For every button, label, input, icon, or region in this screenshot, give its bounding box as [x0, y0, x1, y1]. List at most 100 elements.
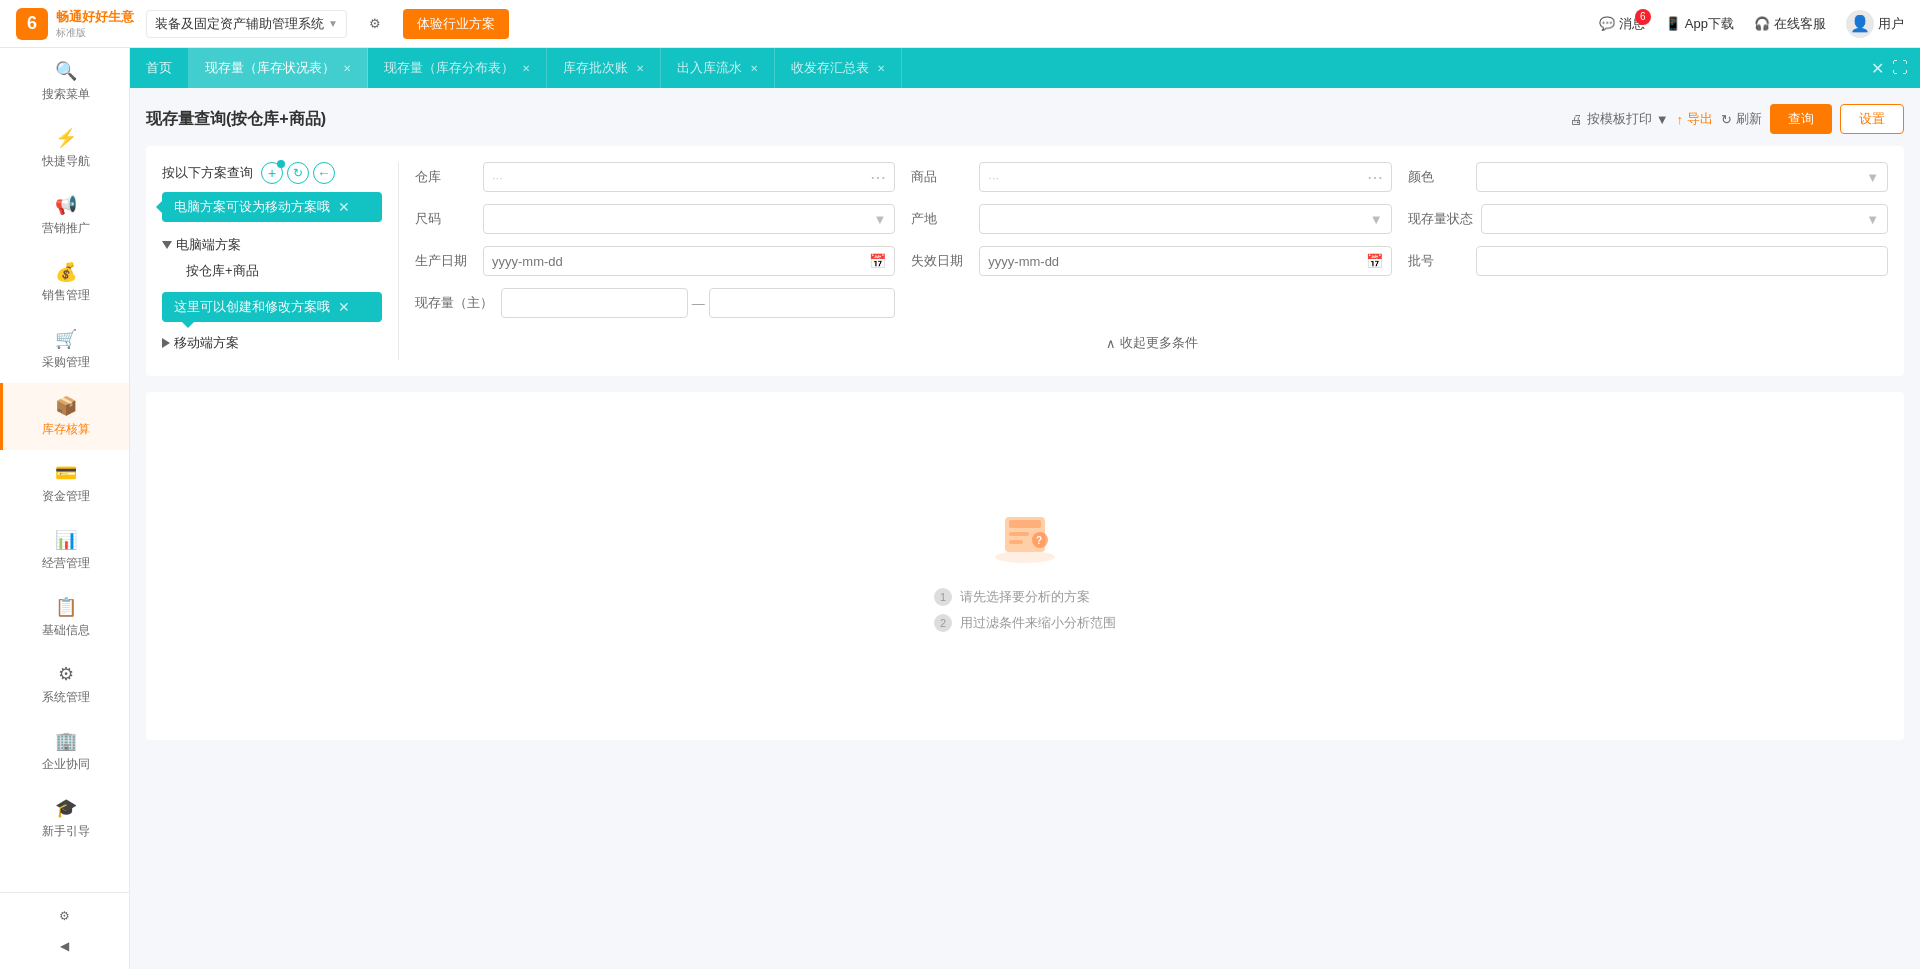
main-tooltip: 电脑方案可设为移动方案哦 ✕ [162, 192, 382, 222]
prod-date-input[interactable] [492, 254, 865, 269]
tab-close-io-flow[interactable]: ✕ [750, 63, 758, 74]
color-select[interactable]: ▼ [1476, 162, 1888, 192]
filter-row-1: 仓库 ··· ⋯ 商品 ·· [415, 162, 1888, 192]
chevron-color-icon: ▼ [1866, 170, 1879, 185]
sidebar-item-inventory[interactable]: 📦 库存核算 [0, 383, 129, 450]
inv-status-select[interactable]: ▼ [1481, 204, 1888, 234]
back-btn-area: ← [313, 162, 335, 184]
newbie-icon: 🎓 [55, 797, 77, 819]
search-btn[interactable]: 查询 [1770, 104, 1832, 134]
message-item[interactable]: 💬 消息 6 [1599, 15, 1645, 33]
product-select[interactable]: ··· ⋯ [979, 162, 1391, 192]
prod-date-field[interactable]: 📅 [483, 246, 895, 276]
empty-tips: 1 请先选择要分析的方案 2 用过滤条件来缩小分析范围 [934, 588, 1116, 640]
user-item[interactable]: 👤 用户 [1846, 10, 1904, 38]
system-name-dropdown[interactable]: 装备及固定资产辅助管理系统 ▼ [146, 10, 347, 38]
tab-close-current[interactable]: ✕ [1871, 59, 1884, 78]
refresh-scheme-btn[interactable]: ↻ [287, 162, 309, 184]
search-menu-icon: 🔍 [55, 60, 77, 82]
settings-icon[interactable]: ⚙ [359, 8, 391, 40]
tooltip-close-scheme[interactable]: ✕ [338, 299, 350, 315]
tab-close-inventory-dist[interactable]: ✕ [522, 63, 530, 74]
sidebar-item-finance[interactable]: 💳 资金管理 [0, 450, 129, 517]
tab-bar: 首页 现存量（库存状况表） ✕ 现存量（库存分布表） ✕ 库存批次账 ✕ 出入库… [130, 48, 1920, 88]
tab-batch-account[interactable]: 库存批次账 ✕ [547, 48, 661, 88]
filter-product: 商品 ··· ⋯ [911, 162, 1391, 192]
chevron-down-icon: ▼ [328, 18, 338, 29]
sidebar-item-quick-nav[interactable]: ⚡ 快捷导航 [0, 115, 129, 182]
add-dot-marker [277, 160, 285, 168]
collapse-icon: ◀ [60, 939, 69, 953]
tab-close-recv-summary[interactable]: ✕ [877, 63, 885, 74]
filter-row-4: 现存量（主） — [415, 288, 1888, 318]
print-template-btn[interactable]: 🖨 按模板打印 ▼ [1570, 110, 1669, 128]
chevron-size-icon: ▼ [873, 212, 886, 227]
size-select[interactable]: ▼ [483, 204, 895, 234]
filter-row-3: 生产日期 📅 失效日期 [415, 246, 1888, 276]
print-icon: 🖨 [1570, 112, 1583, 127]
sidebar-collapse[interactable]: ◀ [52, 935, 77, 957]
logo-icon: 6 [16, 8, 48, 40]
system-icon: ⚙ [58, 663, 74, 685]
sidebar-item-sales[interactable]: 💰 销售管理 [0, 249, 129, 316]
sidebar: 🔍 搜索菜单 ⚡ 快捷导航 📢 营销推广 💰 销售管理 🛒 采购管理 [0, 48, 130, 969]
mobile-scheme-toggle[interactable]: 移动端方案 [162, 330, 382, 356]
tab-fullscreen[interactable]: ⛶ [1892, 59, 1908, 77]
refresh-btn[interactable]: ↻ 刷新 [1721, 110, 1762, 128]
origin-select[interactable]: ▼ [979, 204, 1391, 234]
avatar: 👤 [1846, 10, 1874, 38]
online-service-item[interactable]: 🎧 在线客服 [1754, 15, 1826, 33]
tab-inventory-status[interactable]: 现存量（库存状况表） ✕ [189, 48, 368, 88]
top-bar-right: 💬 消息 6 📱 App下载 🎧 在线客服 👤 用户 [1599, 10, 1904, 38]
tab-home[interactable]: 首页 [130, 48, 189, 88]
logo-text: 畅通好好生意 标准版 [56, 8, 134, 40]
sidebar-item-system[interactable]: ⚙ 系统管理 [0, 651, 129, 718]
export-icon: ↑ [1677, 112, 1684, 127]
calendar-prod-icon: 📅 [869, 253, 886, 269]
filter-qty: 现存量（主） — [415, 288, 895, 318]
chevron-invstatus-icon: ▼ [1866, 212, 1879, 227]
app-download-item[interactable]: 📱 App下载 [1665, 15, 1734, 33]
sidebar-item-newbie[interactable]: 🎓 新手引导 [0, 785, 129, 852]
operations-icon: 📊 [55, 529, 77, 551]
empty-tip-1: 1 请先选择要分析的方案 [934, 588, 1116, 606]
reset-btn[interactable]: 设置 [1840, 104, 1904, 134]
tooltip-close-main[interactable]: ✕ [338, 199, 350, 215]
collapse-more-btn[interactable]: ∧ 收起更多条件 [415, 326, 1888, 360]
export-btn[interactable]: ↑ 导出 [1677, 110, 1714, 128]
sidebar-item-search-menu[interactable]: 🔍 搜索菜单 [0, 48, 129, 115]
sidebar-item-base-info[interactable]: 📋 基础信息 [0, 584, 129, 651]
qty-min-input[interactable] [501, 288, 688, 318]
industry-btn[interactable]: 体验行业方案 [403, 9, 509, 39]
warehouse-select[interactable]: ··· ⋯ [483, 162, 895, 192]
pc-plan-item-0[interactable]: 按仓库+商品 [178, 258, 382, 284]
filter-warehouse: 仓库 ··· ⋯ [415, 162, 895, 192]
sidebar-item-marketing[interactable]: 📢 营销推广 [0, 182, 129, 249]
batch-input[interactable] [1476, 246, 1888, 276]
tab-recv-summary[interactable]: 收发存汇总表 ✕ [775, 48, 902, 88]
sidebar-item-purchase[interactable]: 🛒 采购管理 [0, 316, 129, 383]
inventory-icon: 📦 [55, 395, 77, 417]
message-icon: 💬 [1599, 16, 1615, 31]
print-chevron-icon: ▼ [1656, 112, 1669, 127]
qty-max-input[interactable] [709, 288, 896, 318]
sidebar-item-enterprise[interactable]: 🏢 企业协同 [0, 718, 129, 785]
expire-date-field[interactable]: 📅 [979, 246, 1391, 276]
mobile-scheme-section: 移动端方案 [162, 330, 382, 356]
sidebar-settings[interactable]: ⚙ [51, 905, 78, 927]
back-btn[interactable]: ← [313, 162, 335, 184]
tab-close-batch-account[interactable]: ✕ [636, 63, 644, 74]
tab-actions: ✕ ⛶ [1859, 59, 1920, 78]
tab-io-flow[interactable]: 出入库流水 ✕ [661, 48, 775, 88]
filter-prod-date: 生产日期 📅 [415, 246, 895, 276]
filter-header-row: 按以下方案查询 + ↻ [162, 162, 382, 184]
filter-batch: 批号 [1408, 246, 1888, 276]
sidebar-settings-icon: ⚙ [59, 909, 70, 923]
tab-close-inventory-status[interactable]: ✕ [343, 63, 351, 74]
tab-inventory-dist[interactable]: 现存量（库存分布表） ✕ [368, 48, 547, 88]
pc-scheme-toggle[interactable]: 电脑端方案 [162, 232, 382, 258]
sidebar-item-operations[interactable]: 📊 经营管理 [0, 517, 129, 584]
scheme-tooltip-container: 这里可以创建和修改方案哦 ✕ [162, 292, 382, 322]
base-info-icon: 📋 [55, 596, 77, 618]
expire-date-input[interactable] [988, 254, 1361, 269]
